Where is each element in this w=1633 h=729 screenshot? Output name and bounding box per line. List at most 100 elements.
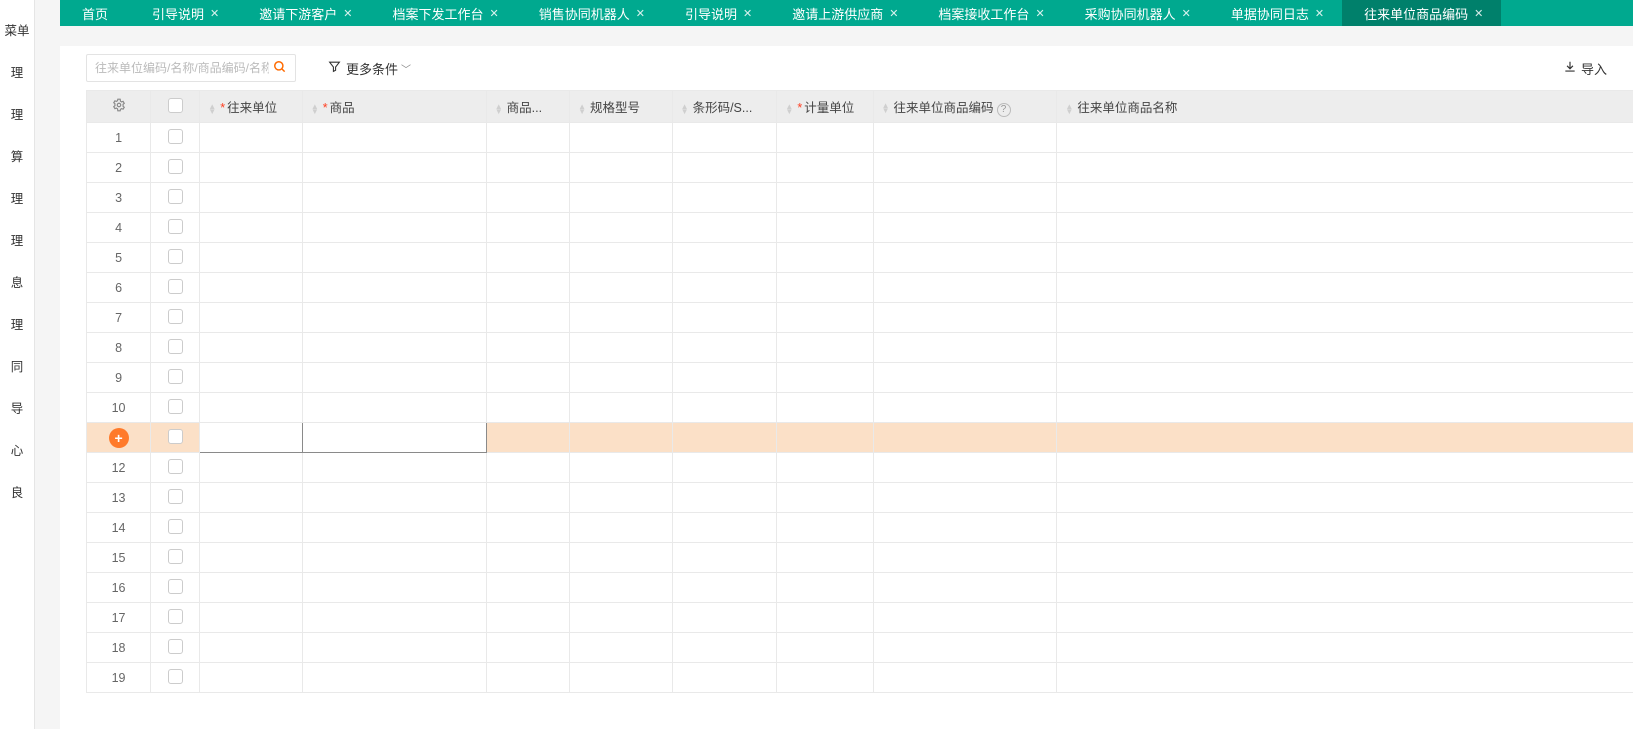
cell-dwmc[interactable] (1057, 633, 1633, 663)
row-select-cell[interactable] (151, 453, 200, 483)
cell-wanglai[interactable] (200, 423, 303, 453)
close-icon[interactable]: ✕ (1474, 7, 1483, 20)
cell-dwmc[interactable] (1057, 303, 1633, 333)
row-checkbox[interactable] (168, 189, 183, 204)
cell-shangpinx[interactable] (486, 453, 569, 483)
more-conditions-button[interactable]: 更多条件 ﹀ (328, 59, 411, 78)
cell-guige[interactable] (570, 183, 673, 213)
cell-shangpin[interactable] (302, 633, 486, 663)
sidebar-item-7[interactable]: 理 (0, 302, 34, 344)
cell-shangpinx[interactable] (486, 603, 569, 633)
cell-tiaoma[interactable] (672, 273, 777, 303)
cell-tiaoma[interactable] (672, 213, 777, 243)
cell-tiaoma[interactable] (672, 663, 777, 693)
tab-4[interactable]: 销售协同机器人✕ (517, 0, 663, 26)
cell-dwmc[interactable] (1057, 213, 1633, 243)
cell-guige[interactable] (570, 363, 673, 393)
cell-tiaoma[interactable] (672, 303, 777, 333)
cell-shangpinx[interactable] (486, 123, 569, 153)
export-button[interactable]: 导入 (1563, 59, 1607, 78)
sidebar-item-0[interactable]: 菜单 (0, 8, 34, 50)
cell-wanglai[interactable] (200, 663, 303, 693)
row-checkbox[interactable] (168, 369, 183, 384)
cell-dwmc[interactable] (1057, 243, 1633, 273)
cell-dwbm[interactable] (873, 663, 1057, 693)
cell-dwbm[interactable] (873, 483, 1057, 513)
cell-dwbm[interactable] (873, 243, 1057, 273)
row-checkbox[interactable] (168, 459, 183, 474)
cell-jiliang[interactable] (777, 183, 873, 213)
cell-dwmc[interactable] (1057, 183, 1633, 213)
cell-guige[interactable] (570, 213, 673, 243)
search-icon[interactable] (273, 60, 287, 77)
row-checkbox[interactable] (168, 309, 183, 324)
cell-wanglai[interactable] (200, 153, 303, 183)
cell-dwmc[interactable] (1057, 603, 1633, 633)
cell-jiliang[interactable] (777, 453, 873, 483)
tab-10[interactable]: 往来单位商品编码✕ (1342, 0, 1501, 26)
cell-shangpin[interactable] (302, 603, 486, 633)
cell-dwmc[interactable] (1057, 663, 1633, 693)
cell-dwbm[interactable] (873, 633, 1057, 663)
cell-guige[interactable] (570, 513, 673, 543)
sidebar-item-8[interactable]: 同 (0, 344, 34, 386)
cell-shangpin[interactable] (302, 363, 486, 393)
cell-shangpinx[interactable] (486, 543, 569, 573)
table-row[interactable]: 2 (87, 153, 1633, 183)
sidebar-item-5[interactable]: 理 (0, 218, 34, 260)
cell-wanglai[interactable] (200, 513, 303, 543)
cell-tiaoma[interactable] (672, 423, 777, 453)
row-select-cell[interactable] (151, 423, 200, 453)
cell-shangpinx[interactable] (486, 513, 569, 543)
close-icon[interactable]: ✕ (490, 7, 499, 20)
close-icon[interactable]: ✕ (743, 7, 752, 20)
cell-tiaoma[interactable] (672, 363, 777, 393)
cell-shangpin[interactable] (302, 543, 486, 573)
close-icon[interactable]: ✕ (1035, 7, 1044, 20)
cell-dwmc[interactable] (1057, 573, 1633, 603)
cell-wanglai[interactable] (200, 633, 303, 663)
cell-wanglai[interactable] (200, 483, 303, 513)
cell-dwmc[interactable] (1057, 273, 1633, 303)
close-icon[interactable]: ✕ (1182, 7, 1191, 20)
cell-wanglai[interactable] (200, 273, 303, 303)
cell-shangpin[interactable] (302, 303, 486, 333)
row-select-cell[interactable] (151, 633, 200, 663)
cell-jiliang[interactable] (777, 153, 873, 183)
cell-jiliang[interactable] (777, 363, 873, 393)
row-select-cell[interactable] (151, 303, 200, 333)
cell-shangpinx[interactable] (486, 243, 569, 273)
tab-6[interactable]: 邀请上游供应商✕ (770, 0, 916, 26)
cell-wanglai[interactable] (200, 243, 303, 273)
tab-3[interactable]: 档案下发工作台✕ (370, 0, 516, 26)
row-checkbox[interactable] (168, 219, 183, 234)
cell-shangpin[interactable] (302, 483, 486, 513)
table-row[interactable]: + (87, 423, 1633, 453)
cell-shangpin[interactable] (302, 423, 486, 453)
cell-tiaoma[interactable] (672, 483, 777, 513)
row-select-cell[interactable] (151, 603, 200, 633)
tab-2[interactable]: 邀请下游客户✕ (237, 0, 370, 26)
cell-tiaoma[interactable] (672, 183, 777, 213)
row-select-cell[interactable] (151, 513, 200, 543)
close-icon[interactable]: ✕ (636, 7, 645, 20)
tab-0[interactable]: 首页 (60, 0, 130, 26)
cell-shangpin[interactable] (302, 393, 486, 423)
select-all-checkbox[interactable] (168, 98, 183, 113)
cell-tiaoma[interactable] (672, 603, 777, 633)
row-checkbox[interactable] (168, 519, 183, 534)
table-row[interactable]: 7 (87, 303, 1633, 333)
cell-shangpin[interactable] (302, 333, 486, 363)
cell-shangpin[interactable] (302, 123, 486, 153)
column-select-all[interactable] (151, 91, 200, 123)
cell-shangpinx[interactable] (486, 423, 569, 453)
close-icon[interactable]: ✕ (343, 7, 352, 20)
row-select-cell[interactable] (151, 153, 200, 183)
cell-shangpin[interactable] (302, 273, 486, 303)
cell-wanglai[interactable] (200, 573, 303, 603)
cell-dwmc[interactable] (1057, 543, 1633, 573)
cell-guige[interactable] (570, 153, 673, 183)
cell-tiaoma[interactable] (672, 573, 777, 603)
cell-dwbm[interactable] (873, 123, 1057, 153)
cell-tiaoma[interactable] (672, 123, 777, 153)
